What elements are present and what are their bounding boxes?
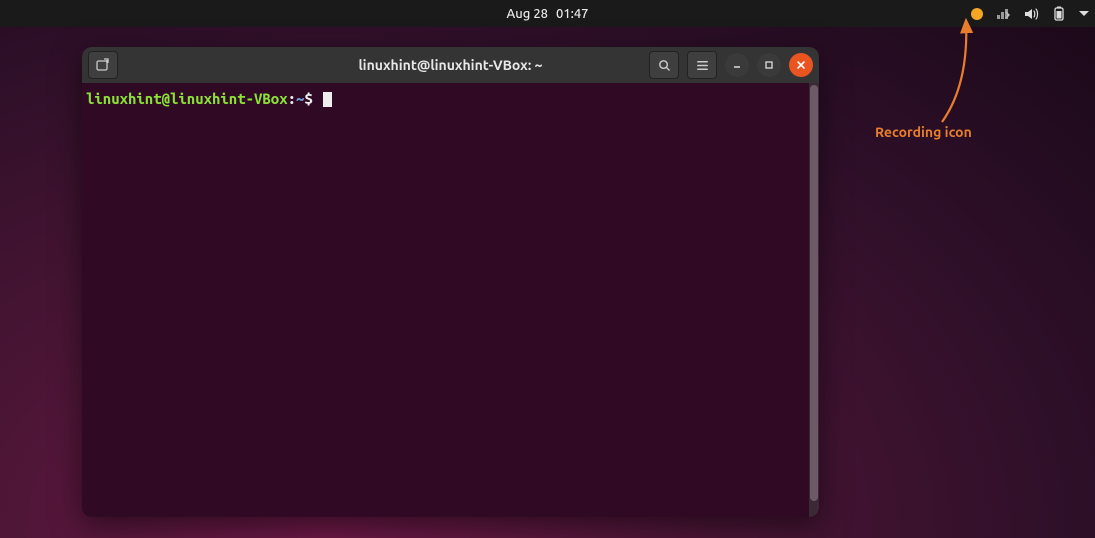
system-tray <box>971 6 1089 22</box>
close-button[interactable] <box>789 53 813 77</box>
prompt-separator: : <box>288 90 296 107</box>
volume-icon[interactable] <box>1023 6 1039 22</box>
topbar-date: Aug 28 <box>506 7 548 21</box>
annotation-label: Recording icon <box>875 124 972 140</box>
menu-button[interactable] <box>687 51 717 79</box>
chevron-down-icon[interactable] <box>1079 11 1089 16</box>
scrollbar-thumb[interactable] <box>810 85 818 501</box>
prompt-user-host: linuxhint@linuxhint-VBox <box>86 90 288 107</box>
recording-icon[interactable] <box>971 8 983 20</box>
prompt-symbol: $ <box>304 90 312 107</box>
network-icon[interactable] <box>995 6 1011 22</box>
close-icon <box>795 59 807 71</box>
search-icon <box>657 58 672 73</box>
maximize-button[interactable] <box>757 53 781 77</box>
topbar: Aug 28 01:47 <box>0 0 1095 27</box>
new-tab-button[interactable] <box>88 51 118 79</box>
battery-icon[interactable] <box>1051 6 1067 22</box>
clock-area[interactable]: Aug 28 01:47 <box>506 7 588 21</box>
scrollbar[interactable] <box>809 83 819 517</box>
window-title: linuxhint@linuxhint-VBox: ~ <box>358 57 542 73</box>
titlebar: linuxhint@linuxhint-VBox: ~ <box>82 47 819 83</box>
hamburger-icon <box>695 58 710 73</box>
topbar-time: 01:47 <box>556 7 589 21</box>
minimize-icon <box>731 59 743 71</box>
prompt-line: linuxhint@linuxhint-VBox:~$ <box>86 89 815 109</box>
maximize-icon <box>763 59 775 71</box>
annotation-arrow <box>924 14 1004 134</box>
search-button[interactable] <box>649 51 679 79</box>
cursor-block <box>323 92 332 107</box>
terminal-body[interactable]: linuxhint@linuxhint-VBox:~$ <box>82 83 819 517</box>
terminal-window: linuxhint@linuxhint-VBox: ~ <box>82 47 819 517</box>
minimize-button[interactable] <box>725 53 749 77</box>
